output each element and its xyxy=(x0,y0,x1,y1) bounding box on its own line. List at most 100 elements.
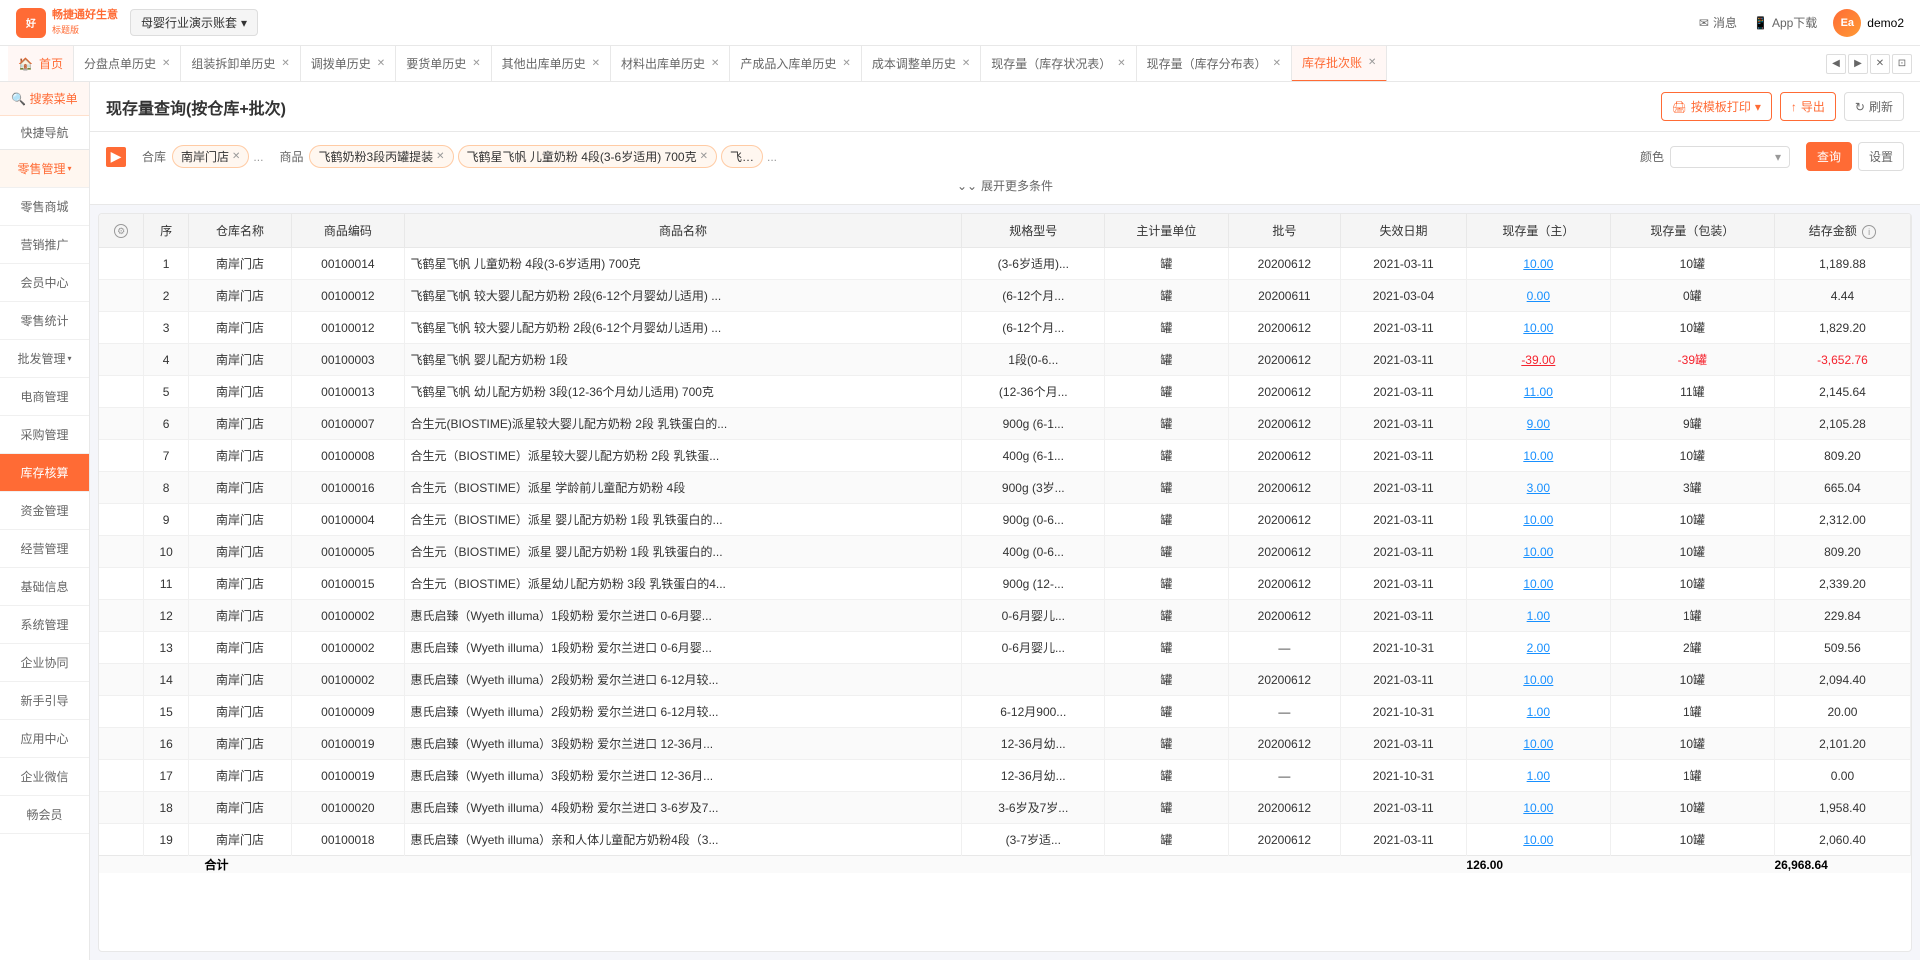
row-stock-main[interactable]: -39.00 xyxy=(1466,344,1610,376)
print-btn[interactable]: 🖨 按模板打印 ▾ xyxy=(1661,92,1772,121)
tab-kucun[interactable]: 库存批次账 ✕ xyxy=(1292,46,1387,82)
export-btn[interactable]: ↑ 导出 xyxy=(1780,92,1836,121)
sidebar-item-caigou[interactable]: 采购管理 xyxy=(0,416,89,454)
row-unit: 罐 xyxy=(1105,504,1229,536)
row-stock-main[interactable]: 10.00 xyxy=(1466,728,1610,760)
tab-close-fenku[interactable]: ✕ xyxy=(162,58,170,69)
row-expire: 2021-03-11 xyxy=(1341,536,1467,568)
tab-home[interactable]: 🏠 首页 xyxy=(8,46,74,82)
tab-close-chengpin[interactable]: ✕ xyxy=(842,58,850,69)
sidebar-item-jichu[interactable]: 基础信息 xyxy=(0,568,89,606)
filter-expand-arrow[interactable]: ▶ xyxy=(106,147,126,167)
sidebar-item-lingshoe-stat[interactable]: 零售统计 xyxy=(0,302,89,340)
row-stock-main[interactable]: 10.00 xyxy=(1466,504,1610,536)
row-stock-main[interactable]: 0.00 xyxy=(1466,280,1610,312)
row-stock-main[interactable]: 10.00 xyxy=(1466,440,1610,472)
tab-close-yaohuo[interactable]: ✕ xyxy=(472,58,480,69)
account-dropdown[interactable]: 母婴行业演示账套 ▾ xyxy=(130,9,258,36)
tab-cailiao[interactable]: 材料出库单历史 ✕ xyxy=(611,46,730,82)
sidebar-item-lingshoe[interactable]: 零售管理 ▾ xyxy=(0,150,89,188)
tab-close-xianzai1[interactable]: ✕ xyxy=(1117,58,1125,69)
table-row: 5 南岸门店 00100013 飞鹤星飞帆 幼儿配方奶粉 3段(12-36个月幼… xyxy=(99,376,1911,408)
tab-close-chengben[interactable]: ✕ xyxy=(962,58,970,69)
row-stock-main[interactable]: 10.00 xyxy=(1466,536,1610,568)
row-stock-main[interactable]: 10.00 xyxy=(1466,664,1610,696)
sidebar-item-zijin[interactable]: 资金管理 xyxy=(0,492,89,530)
row-stock-pkg: 1罐 xyxy=(1610,696,1774,728)
color-input-area[interactable]: ▾ xyxy=(1670,146,1790,168)
row-stock-main[interactable]: 10.00 xyxy=(1466,824,1610,856)
tab-close-cailiao[interactable]: ✕ xyxy=(711,58,719,69)
row-stock-main[interactable]: 11.00 xyxy=(1466,376,1610,408)
row-stock-main[interactable]: 1.00 xyxy=(1466,600,1610,632)
row-expire: 2021-03-11 xyxy=(1341,344,1467,376)
tab-qita[interactable]: 其他出库单历史 ✕ xyxy=(492,46,611,82)
sidebar-item-xitong[interactable]: 系统管理 xyxy=(0,606,89,644)
tab-fenku[interactable]: 分盘点单历史 ✕ xyxy=(74,46,181,82)
row-stock-main[interactable]: 9.00 xyxy=(1466,408,1610,440)
row-stock-main[interactable]: 10.00 xyxy=(1466,568,1610,600)
sidebar-item-pifa[interactable]: 批发管理 ▾ xyxy=(0,340,89,378)
tab-close-zuhe[interactable]: ✕ xyxy=(281,58,289,69)
app-download-btn[interactable]: 📱 App下载 xyxy=(1753,14,1817,31)
product-more[interactable]: ... xyxy=(767,150,777,164)
row-unit: 罐 xyxy=(1105,760,1229,792)
product-tag-2-close[interactable]: ✕ xyxy=(700,151,708,162)
warehouse-more[interactable]: ... xyxy=(253,150,263,164)
tab-yaohuo[interactable]: 要货单历史 ✕ xyxy=(396,46,491,82)
tab-close-tiaobao[interactable]: ✕ xyxy=(377,58,385,69)
tab-close-xianzai2[interactable]: ✕ xyxy=(1273,58,1281,69)
tab-close-all[interactable]: ✕ xyxy=(1870,54,1890,74)
row-warehouse: 南岸门店 xyxy=(188,568,291,600)
col-settings[interactable]: ⚙ xyxy=(99,214,144,248)
tab-close-kucun[interactable]: ✕ xyxy=(1368,57,1376,68)
tab-close-qita[interactable]: ✕ xyxy=(592,58,600,69)
row-stock-main[interactable]: 10.00 xyxy=(1466,792,1610,824)
tab-nav-next[interactable]: ▶ xyxy=(1848,54,1868,74)
row-expire: 2021-03-11 xyxy=(1341,376,1467,408)
row-stock-main[interactable]: 1.00 xyxy=(1466,696,1610,728)
tab-expand[interactable]: ⊡ xyxy=(1892,54,1912,74)
query-btn[interactable]: 查询 xyxy=(1806,142,1852,171)
refresh-btn[interactable]: ↻ 刷新 xyxy=(1844,92,1904,121)
row-spec: 12-36月幼... xyxy=(962,760,1105,792)
row-stock-main[interactable]: 1.00 xyxy=(1466,760,1610,792)
row-stock-main[interactable]: 10.00 xyxy=(1466,248,1610,280)
row-batch: 20200612 xyxy=(1228,344,1340,376)
messages-btn[interactable]: ✉ 消息 xyxy=(1699,14,1737,31)
sidebar-item-huiyuan[interactable]: 会员中心 xyxy=(0,264,89,302)
sidebar-item-kucun[interactable]: 库存核算 xyxy=(0,454,89,492)
warehouse-tag-close[interactable]: ✕ xyxy=(232,151,240,162)
tab-xianzai1[interactable]: 现存量（库存状况表） ✕ xyxy=(981,46,1136,82)
sidebar-item-mall[interactable]: 零售商城 xyxy=(0,188,89,226)
sidebar-search[interactable]: 🔍 搜索菜单 xyxy=(0,82,89,116)
sidebar-item-diandian[interactable]: 电商管理 xyxy=(0,378,89,416)
settings-icon[interactable]: ⚙ xyxy=(114,224,128,238)
tab-chengpin[interactable]: 产成品入库单历史 ✕ xyxy=(730,46,861,82)
sidebar-item-yingyong[interactable]: 应用中心 xyxy=(0,720,89,758)
row-seq: 18 xyxy=(144,792,189,824)
expand-more-btn[interactable]: ⌄⌄ 展开更多条件 xyxy=(106,177,1904,194)
tab-zuhe[interactable]: 组装拆卸单历史 ✕ xyxy=(181,46,300,82)
tab-tiaobao[interactable]: 调拨单历史 ✕ xyxy=(301,46,396,82)
row-expire: 2021-03-11 xyxy=(1341,504,1467,536)
row-stock-main[interactable]: 10.00 xyxy=(1466,312,1610,344)
tab-nav-prev[interactable]: ◀ xyxy=(1826,54,1846,74)
sidebar-quick[interactable]: 快捷导航 xyxy=(0,116,89,150)
row-expire: 2021-03-04 xyxy=(1341,280,1467,312)
sidebar-item-qiye[interactable]: 企业协同 xyxy=(0,644,89,682)
settings-btn[interactable]: 设置 xyxy=(1858,142,1904,171)
row-stock-main[interactable]: 2.00 xyxy=(1466,632,1610,664)
row-stock-main[interactable]: 3.00 xyxy=(1466,472,1610,504)
user-area[interactable]: Ea demo2 xyxy=(1833,9,1904,37)
product-tag-1-close[interactable]: ✕ xyxy=(436,151,444,162)
row-batch: 20200612 xyxy=(1228,664,1340,696)
sidebar-item-xinshou[interactable]: 新手引导 xyxy=(0,682,89,720)
sidebar-item-chang-huiyuan[interactable]: 畅会员 xyxy=(0,796,89,834)
tab-xianzai2[interactable]: 现存量（库存分布表） ✕ xyxy=(1137,46,1292,82)
sidebar-item-yingxiao[interactable]: 营销推广 xyxy=(0,226,89,264)
sidebar-item-qiye-weixin[interactable]: 企业微信 xyxy=(0,758,89,796)
tab-chengben[interactable]: 成本调整单历史 ✕ xyxy=(862,46,981,82)
info-icon[interactable]: i xyxy=(1862,225,1876,239)
sidebar-item-jingying[interactable]: 经营管理 xyxy=(0,530,89,568)
